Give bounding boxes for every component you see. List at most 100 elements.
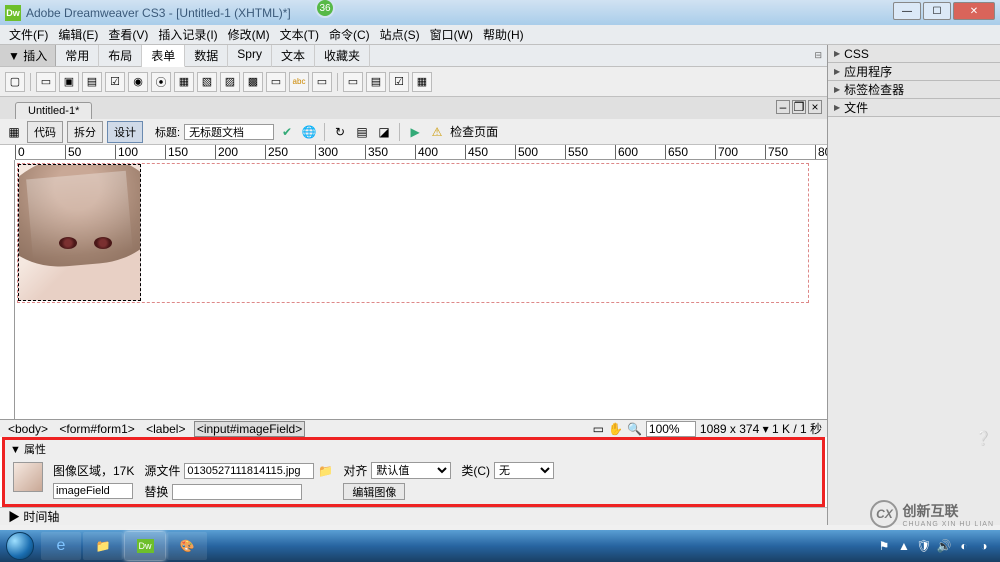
form-icon[interactable]: ▢ xyxy=(5,72,25,92)
class-select[interactable]: 无 xyxy=(494,462,554,479)
tray-flag-icon[interactable]: ⚑ xyxy=(876,538,892,554)
menu-edit[interactable]: 编辑(E) xyxy=(54,26,102,43)
tray-shield-icon[interactable]: 🛡 xyxy=(916,538,932,554)
spry-validation-textarea-icon[interactable]: ▤ xyxy=(366,72,386,92)
radio-group-icon[interactable]: ⦿ xyxy=(151,72,171,92)
taskbar-app-explorer[interactable]: 📁 xyxy=(83,532,123,560)
image-field-selection[interactable] xyxy=(18,164,141,301)
taskbar-app-paint[interactable]: 🎨 xyxy=(167,532,207,560)
spry-validation-text-icon[interactable]: ▭ xyxy=(343,72,363,92)
windows-taskbar: e 📁 Dw 🎨 ⚑ ▲ 🛡 🔊 ◐ ◑ xyxy=(0,530,1000,562)
document-tab-row: Untitled-1* – ❐ × xyxy=(0,97,827,119)
insert-tab-data[interactable]: 数据 xyxy=(185,45,228,67)
pointer-tool-icon[interactable]: ▭ xyxy=(593,422,604,436)
menu-modify[interactable]: 修改(M) xyxy=(224,26,274,43)
insert-tab-forms[interactable]: 表单 xyxy=(142,45,185,67)
taskbar-app-ie[interactable]: e xyxy=(41,532,81,560)
expand-icon: ▶ xyxy=(834,103,840,112)
hand-tool-icon[interactable]: ✋ xyxy=(608,422,623,436)
menu-insert[interactable]: 插入记录(I) xyxy=(154,26,221,43)
checkbox-icon[interactable]: ☑ xyxy=(105,72,125,92)
textarea-icon[interactable]: ▤ xyxy=(82,72,102,92)
align-select[interactable]: 默认值 xyxy=(371,462,451,479)
tray-network-icon[interactable]: ▲ xyxy=(896,538,912,554)
jump-menu-icon[interactable]: ▧ xyxy=(197,72,217,92)
menu-view[interactable]: 查看(V) xyxy=(104,26,152,43)
insert-bar-collapse-icon[interactable]: ⊟ xyxy=(814,50,822,61)
check-browser-icon[interactable]: ✔ xyxy=(278,123,296,141)
label-icon[interactable]: abc xyxy=(289,72,309,92)
close-button[interactable]: ✕ xyxy=(953,2,995,20)
tray-misc-icon[interactable]: ◐ xyxy=(956,538,972,554)
zoom-select[interactable] xyxy=(646,421,696,437)
layout-icon[interactable]: ▦ xyxy=(5,123,23,141)
menu-help[interactable]: 帮助(H) xyxy=(479,26,528,43)
insert-bar-label[interactable]: ▼ 插入 xyxy=(0,45,56,66)
doc-restore-icon[interactable]: ❐ xyxy=(792,100,806,114)
edit-image-button[interactable]: 编辑图像 xyxy=(343,483,405,500)
taskbar-app-dreamweaver[interactable]: Dw xyxy=(125,532,165,560)
panel-css[interactable]: ▶CSS xyxy=(828,45,1000,63)
panel-application[interactable]: ▶应用程序 xyxy=(828,63,1000,81)
maximize-button[interactable]: ☐ xyxy=(923,2,951,20)
button-icon[interactable]: ▭ xyxy=(266,72,286,92)
tag-form[interactable]: <form#form1> xyxy=(56,421,137,437)
window-controls: — ☐ ✕ xyxy=(893,2,995,20)
help-icon[interactable]: ❔ xyxy=(975,430,992,447)
tray-volume-icon[interactable]: 🔊 xyxy=(936,538,952,554)
tray-misc2-icon[interactable]: ◑ xyxy=(976,538,992,554)
fieldset-icon[interactable]: ▭ xyxy=(312,72,332,92)
visual-aids-icon[interactable]: ◪ xyxy=(375,123,393,141)
menu-bar: 文件(F) 编辑(E) 查看(V) 插入记录(I) 修改(M) 文本(T) 命令… xyxy=(0,25,1000,45)
insert-tab-spry[interactable]: Spry xyxy=(228,45,272,67)
start-button[interactable] xyxy=(0,530,40,562)
properties-header[interactable]: ▼ 属性 xyxy=(5,440,822,458)
browse-folder-icon[interactable]: 📁 xyxy=(318,464,333,478)
image-name-input[interactable] xyxy=(53,483,133,499)
insert-tab-favorites[interactable]: 收藏夹 xyxy=(315,45,370,67)
refresh-icon[interactable]: ↻ xyxy=(331,123,349,141)
timeline-panel-header[interactable]: ▶ 时间轴 xyxy=(0,507,827,525)
menu-text[interactable]: 文本(T) xyxy=(276,26,323,43)
minimize-button[interactable]: — xyxy=(893,2,921,20)
tag-input[interactable]: <input#imageField> xyxy=(194,421,305,437)
spry-validation-select-icon[interactable]: ▦ xyxy=(412,72,432,92)
insert-tab-layout[interactable]: 布局 xyxy=(99,45,142,67)
check-page-icon[interactable]: ⚠ xyxy=(428,123,446,141)
view-design-button[interactable]: 设计 xyxy=(107,121,143,143)
spry-validation-checkbox-icon[interactable]: ☑ xyxy=(389,72,409,92)
check-page-label[interactable]: 检查页面 xyxy=(450,123,498,140)
menu-file[interactable]: 文件(F) xyxy=(5,26,52,43)
image-field-icon[interactable]: ▨ xyxy=(220,72,240,92)
view-code-button[interactable]: 代码 xyxy=(27,121,63,143)
horizontal-ruler: 0 50 100 150 200 250 300 350 400 450 500… xyxy=(15,145,827,160)
page-title-input[interactable] xyxy=(184,124,274,140)
window-size[interactable]: 1089 x 374 ▾ 1 K / 1 秒 xyxy=(700,420,822,437)
document-tab[interactable]: Untitled-1* xyxy=(15,102,92,119)
doc-close-icon[interactable]: × xyxy=(808,100,822,114)
textfield-icon[interactable]: ▭ xyxy=(36,72,56,92)
dreamweaver-logo-icon: Dw xyxy=(5,5,21,21)
src-input[interactable] xyxy=(184,463,314,479)
tag-body[interactable]: <body> xyxy=(5,421,51,437)
panel-tag-inspector[interactable]: ▶标签检查器 xyxy=(828,81,1000,99)
globe-icon[interactable]: 🌐 xyxy=(300,123,318,141)
doc-minimize-icon[interactable]: – xyxy=(776,100,790,114)
list-menu-icon[interactable]: ▦ xyxy=(174,72,194,92)
menu-commands[interactable]: 命令(C) xyxy=(325,26,374,43)
zoom-tool-icon[interactable]: 🔍 xyxy=(627,422,642,436)
radio-icon[interactable]: ◉ xyxy=(128,72,148,92)
view-split-button[interactable]: 拆分 xyxy=(67,121,103,143)
file-field-icon[interactable]: ▩ xyxy=(243,72,263,92)
validate-icon[interactable]: ▶ xyxy=(406,123,424,141)
alt-input[interactable] xyxy=(172,484,302,500)
design-canvas[interactable] xyxy=(15,160,827,419)
insert-tab-common[interactable]: 常用 xyxy=(56,45,99,67)
menu-site[interactable]: 站点(S) xyxy=(376,26,424,43)
tag-label[interactable]: <label> xyxy=(143,421,188,437)
insert-tab-text[interactable]: 文本 xyxy=(272,45,315,67)
panel-files[interactable]: ▶文件 xyxy=(828,99,1000,117)
view-options-icon[interactable]: ▤ xyxy=(353,123,371,141)
menu-window[interactable]: 窗口(W) xyxy=(426,26,477,43)
hidden-field-icon[interactable]: ▣ xyxy=(59,72,79,92)
